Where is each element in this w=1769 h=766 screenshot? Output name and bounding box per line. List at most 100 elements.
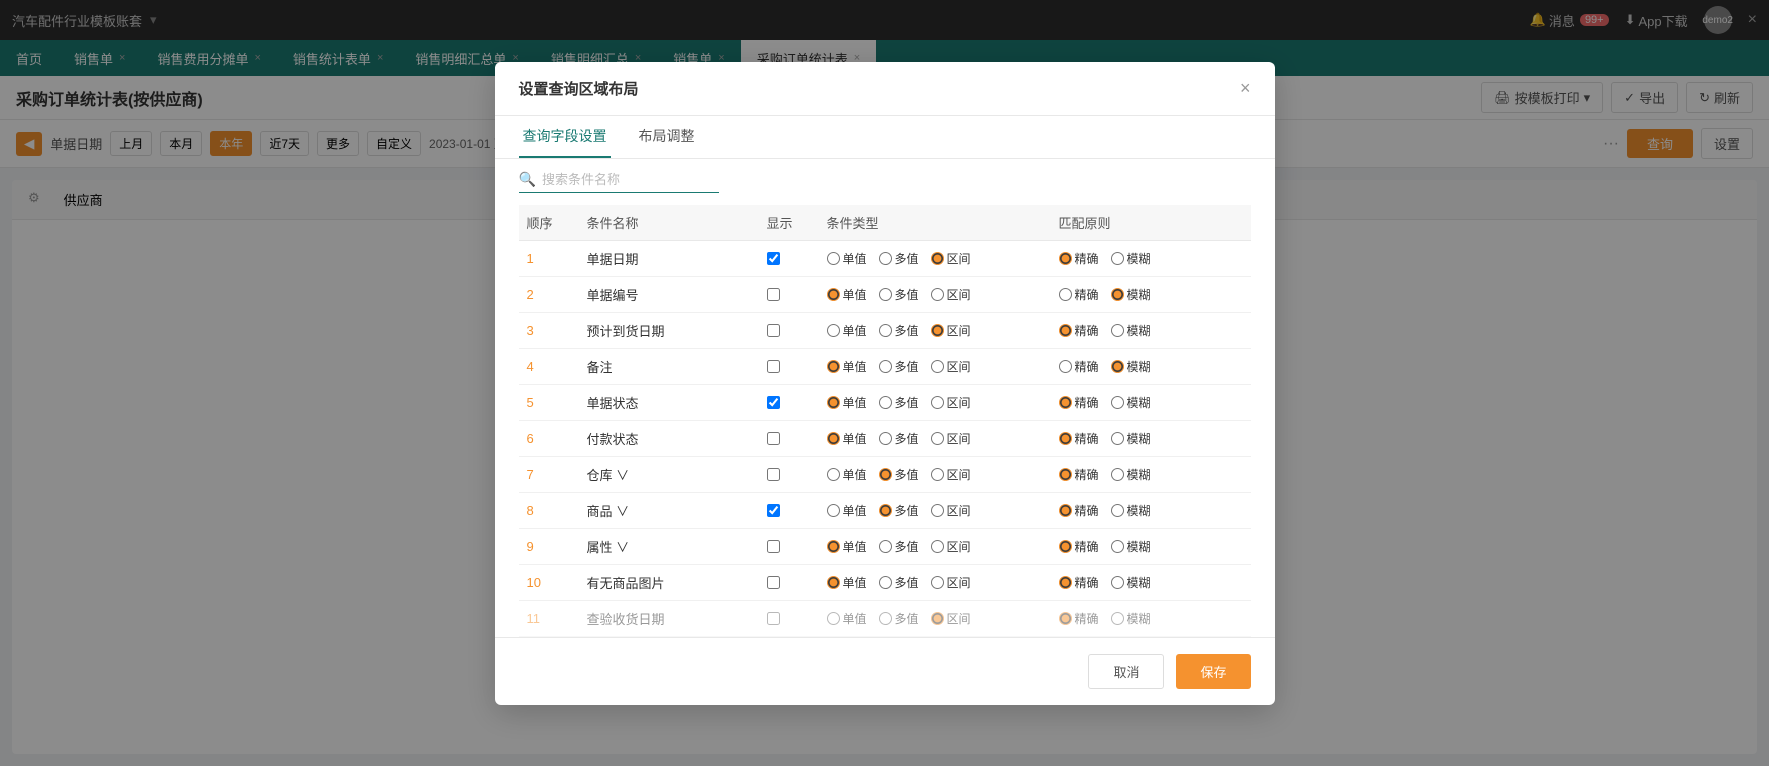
type-multi-8[interactable]: 多值 <box>879 502 919 519</box>
type-radio-group-7: 单值 多值 区间 <box>827 466 971 483</box>
checkbox-7[interactable] <box>767 468 780 481</box>
match-fuzzy-3[interactable]: 模糊 <box>1111 322 1151 339</box>
match-fuzzy-9[interactable]: 模糊 <box>1111 538 1151 555</box>
type-multi-5[interactable]: 多值 <box>879 394 919 411</box>
type-single-2[interactable]: 单值 <box>827 286 867 303</box>
match-exact-3[interactable]: 精确 <box>1059 322 1099 339</box>
search-input[interactable] <box>542 172 702 187</box>
match-fuzzy-7[interactable]: 模糊 <box>1111 466 1151 483</box>
checkbox-1[interactable] <box>767 252 780 265</box>
cell-display-2[interactable] <box>759 288 819 301</box>
cell-order-10: 10 <box>519 575 579 590</box>
cell-display-10[interactable] <box>759 576 819 589</box>
type-radio-group-4: 单值 多值 区间 <box>827 358 971 375</box>
type-multi-9[interactable]: 多值 <box>879 538 919 555</box>
match-exact-11[interactable]: 精确 <box>1059 610 1099 627</box>
cell-display-8[interactable] <box>759 504 819 517</box>
type-single-4[interactable]: 单值 <box>827 358 867 375</box>
type-multi-11[interactable]: 多值 <box>879 610 919 627</box>
cell-display-6[interactable] <box>759 432 819 445</box>
checkbox-2[interactable] <box>767 288 780 301</box>
cell-display-9[interactable] <box>759 540 819 553</box>
type-multi-2[interactable]: 多值 <box>879 286 919 303</box>
match-fuzzy-8[interactable]: 模糊 <box>1111 502 1151 519</box>
cell-name-3: 预计到货日期 <box>579 321 759 340</box>
checkbox-9[interactable] <box>767 540 780 553</box>
match-exact-9[interactable]: 精确 <box>1059 538 1099 555</box>
cell-display-3[interactable] <box>759 324 819 337</box>
match-exact-5[interactable]: 精确 <box>1059 394 1099 411</box>
type-range-3[interactable]: 区间 <box>931 322 971 339</box>
type-multi-4[interactable]: 多值 <box>879 358 919 375</box>
type-multi-10[interactable]: 多值 <box>879 574 919 591</box>
cell-type-6: 单值 多值 区间 <box>819 430 1051 447</box>
type-single-11[interactable]: 单值 <box>827 610 867 627</box>
match-fuzzy-5[interactable]: 模糊 <box>1111 394 1151 411</box>
checkbox-5[interactable] <box>767 396 780 409</box>
cell-type-5: 单值 多值 区间 <box>819 394 1051 411</box>
match-fuzzy-4[interactable]: 模糊 <box>1111 358 1151 375</box>
cell-type-3: 单值 多值 区间 <box>819 322 1051 339</box>
type-single-10[interactable]: 单值 <box>827 574 867 591</box>
type-range-4[interactable]: 区间 <box>931 358 971 375</box>
match-exact-4[interactable]: 精确 <box>1059 358 1099 375</box>
save-button[interactable]: 保存 <box>1176 654 1250 689</box>
cell-display-7[interactable] <box>759 468 819 481</box>
type-single-1[interactable]: 单值 <box>827 250 867 267</box>
checkbox-3[interactable] <box>767 324 780 337</box>
dialog-close-button[interactable]: × <box>1240 79 1251 97</box>
match-exact-8[interactable]: 精确 <box>1059 502 1099 519</box>
type-range-1[interactable]: 区间 <box>931 250 971 267</box>
modal-overlay: 设置查询区域布局 × 查询字段设置 布局调整 🔍 顺序 条件名称 显示 条件类型… <box>0 0 1769 766</box>
table-head-row: 顺序 条件名称 显示 条件类型 匹配原则 <box>519 205 1251 241</box>
type-single-7[interactable]: 单值 <box>827 466 867 483</box>
cell-match-9: 精确 模糊 <box>1051 538 1251 555</box>
cell-type-10: 单值 多值 区间 <box>819 574 1051 591</box>
cell-display-1[interactable] <box>759 252 819 265</box>
cancel-button[interactable]: 取消 <box>1088 654 1164 689</box>
cell-display-4[interactable] <box>759 360 819 373</box>
type-single-8[interactable]: 单值 <box>827 502 867 519</box>
cell-display-5[interactable] <box>759 396 819 409</box>
match-exact-2[interactable]: 精确 <box>1059 286 1099 303</box>
type-single-9[interactable]: 单值 <box>827 538 867 555</box>
type-single-5[interactable]: 单值 <box>827 394 867 411</box>
match-fuzzy-11[interactable]: 模糊 <box>1111 610 1151 627</box>
type-range-2[interactable]: 区间 <box>931 286 971 303</box>
type-range-9[interactable]: 区间 <box>931 538 971 555</box>
table-row: 2 单据编号 单值 多值 区间 精确 模糊 <box>519 277 1251 313</box>
type-range-7[interactable]: 区间 <box>931 466 971 483</box>
match-exact-7[interactable]: 精确 <box>1059 466 1099 483</box>
type-multi-7[interactable]: 多值 <box>879 466 919 483</box>
type-range-6[interactable]: 区间 <box>931 430 971 447</box>
cell-name-6: 付款状态 <box>579 429 759 448</box>
cell-display-11[interactable] <box>759 612 819 625</box>
checkbox-10[interactable] <box>767 576 780 589</box>
type-range-5[interactable]: 区间 <box>931 394 971 411</box>
match-fuzzy-10[interactable]: 模糊 <box>1111 574 1151 591</box>
checkbox-8[interactable] <box>767 504 780 517</box>
checkbox-6[interactable] <box>767 432 780 445</box>
type-single-3[interactable]: 单值 <box>827 322 867 339</box>
tab-query-fields[interactable]: 查询字段设置 <box>519 116 611 158</box>
type-range-10[interactable]: 区间 <box>931 574 971 591</box>
cell-match-7: 精确 模糊 <box>1051 466 1251 483</box>
match-fuzzy-1[interactable]: 模糊 <box>1111 250 1151 267</box>
match-exact-6[interactable]: 精确 <box>1059 430 1099 447</box>
match-fuzzy-6[interactable]: 模糊 <box>1111 430 1151 447</box>
type-range-8[interactable]: 区间 <box>931 502 971 519</box>
type-multi-1[interactable]: 多值 <box>879 250 919 267</box>
cell-match-1: 精确 模糊 <box>1051 250 1251 267</box>
checkbox-4[interactable] <box>767 360 780 373</box>
match-exact-1[interactable]: 精确 <box>1059 250 1099 267</box>
checkbox-11[interactable] <box>767 612 780 625</box>
cell-name-2: 单据编号 <box>579 285 759 304</box>
type-single-6[interactable]: 单值 <box>827 430 867 447</box>
type-range-11[interactable]: 区间 <box>931 610 971 627</box>
tab-layout[interactable]: 布局调整 <box>635 116 699 158</box>
match-fuzzy-2[interactable]: 模糊 <box>1111 286 1151 303</box>
match-exact-10[interactable]: 精确 <box>1059 574 1099 591</box>
type-multi-3[interactable]: 多值 <box>879 322 919 339</box>
type-multi-6[interactable]: 多值 <box>879 430 919 447</box>
type-radio-group-3: 单值 多值 区间 <box>827 322 971 339</box>
